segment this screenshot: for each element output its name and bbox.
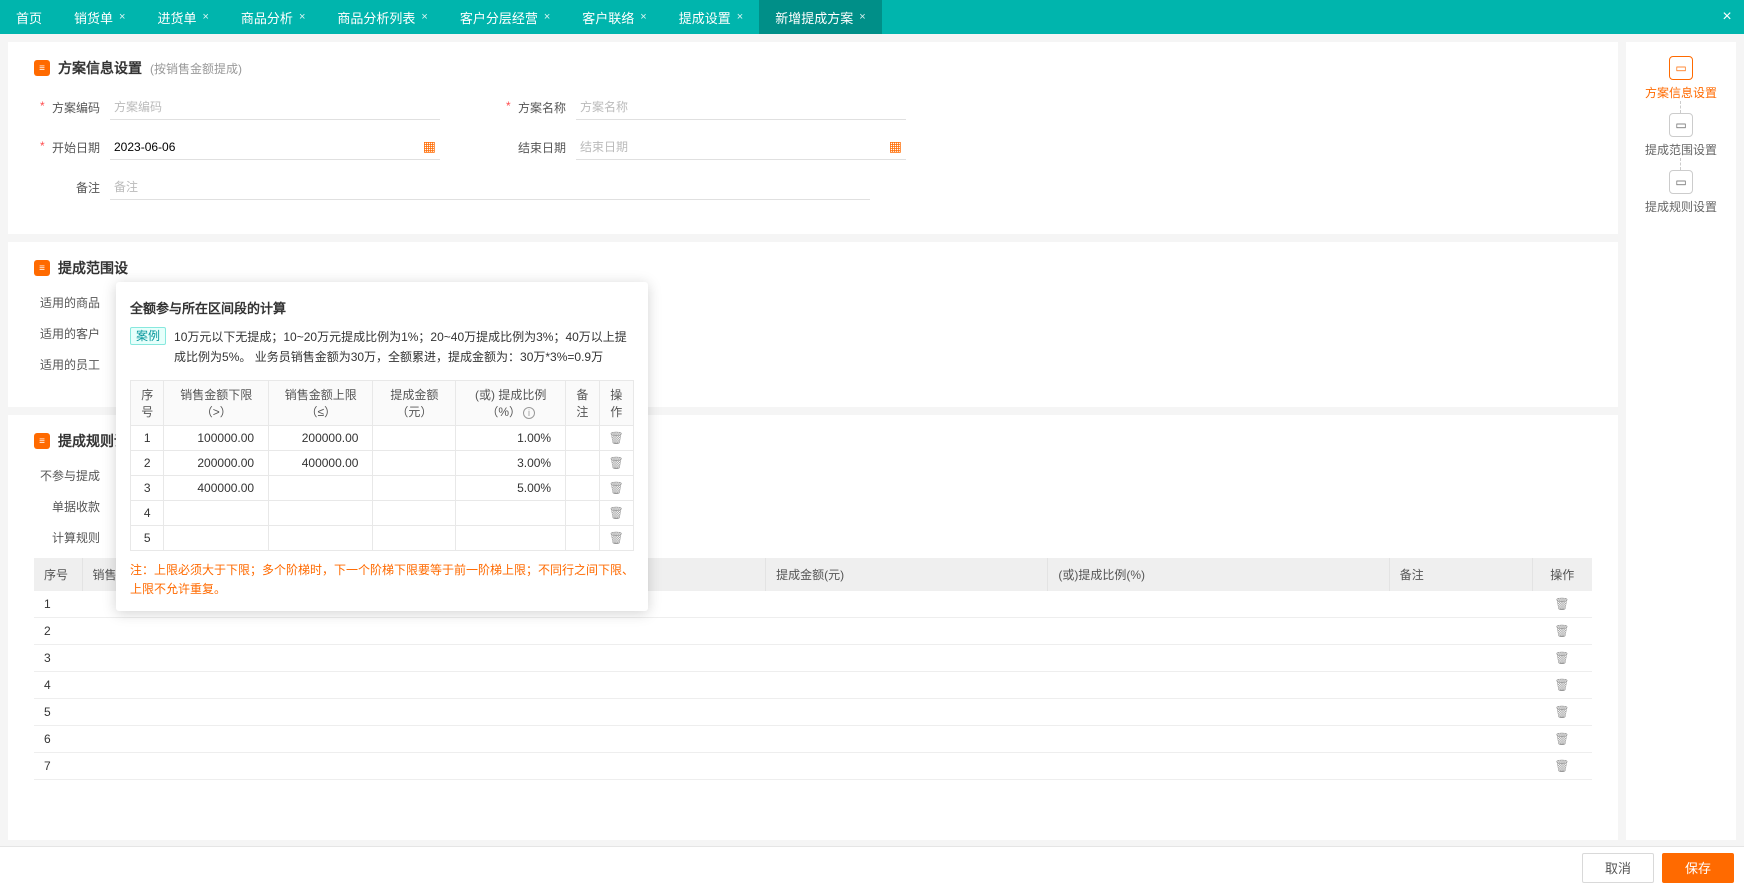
- table-row[interactable]: 4🗑: [34, 672, 1592, 699]
- table-row: 2200000.00400000.003.00%🗑: [131, 450, 634, 475]
- section-icon: ≡: [34, 60, 50, 76]
- delete-icon[interactable]: 🗑: [1554, 624, 1569, 638]
- delete-icon[interactable]: 🗑: [1554, 597, 1569, 611]
- close-icon[interactable]: ×: [299, 11, 305, 23]
- label-scope-customer: 适用的客户: [34, 325, 110, 342]
- close-all-tabs-button[interactable]: ×: [1710, 0, 1744, 34]
- table-row[interactable]: 3🗑: [34, 645, 1592, 672]
- delete-icon[interactable]: 🗑: [609, 481, 624, 495]
- main-th: 提成金额(元): [766, 558, 1048, 591]
- section-icon: ≡: [34, 433, 50, 449]
- tab-提成设置[interactable]: 提成设置×: [663, 0, 759, 34]
- delete-icon[interactable]: 🗑: [1554, 651, 1569, 665]
- close-icon[interactable]: ×: [544, 11, 550, 23]
- table-row[interactable]: 6🗑: [34, 726, 1592, 753]
- tabs-bar: 首页销货单×进货单×商品分析×商品分析列表×客户分层经营×客户联络×提成设置×新…: [0, 0, 1744, 34]
- close-icon[interactable]: ×: [421, 11, 427, 23]
- delete-icon[interactable]: 🗑: [609, 431, 624, 445]
- input-remark[interactable]: [110, 174, 870, 200]
- main-th: 操作: [1532, 558, 1592, 591]
- example-tag: 案例: [130, 327, 166, 345]
- label-end-date: 结束日期: [500, 139, 576, 156]
- tab-客户分层经营[interactable]: 客户分层经营×: [444, 0, 566, 34]
- pop-th: 提成金额（元）: [373, 380, 456, 425]
- table-row[interactable]: 5🗑: [34, 699, 1592, 726]
- label-rule-exclude: 不参与提成: [34, 467, 110, 484]
- label-scope-staff: 适用的员工: [34, 356, 110, 373]
- close-icon[interactable]: ×: [640, 11, 646, 23]
- label-rule-receipt: 单据收款: [34, 498, 110, 515]
- step-label: 提成规则设置: [1645, 198, 1717, 215]
- input-plan-code[interactable]: [110, 94, 440, 120]
- pop-th: 销售金额下限（>）: [164, 380, 269, 425]
- table-row: 5🗑: [131, 525, 634, 550]
- label-remark: 备注: [34, 179, 110, 196]
- footer-bar: 取消 保存: [0, 846, 1744, 888]
- step-label: 提成范围设置: [1645, 141, 1717, 158]
- tab-销货单[interactable]: 销货单×: [58, 0, 141, 34]
- input-start-date[interactable]: [110, 134, 440, 160]
- popover-example-table: 序号销售金额下限（>）销售金额上限（≤）提成金额（元）(或) 提成比例（%）i备…: [130, 380, 634, 551]
- label-plan-name: 方案名称: [500, 99, 576, 116]
- table-row: 3400000.005.00%🗑: [131, 475, 634, 500]
- cancel-button[interactable]: 取消: [1582, 853, 1654, 883]
- pop-th: 操作: [599, 380, 633, 425]
- tab-新增提成方案[interactable]: 新增提成方案×: [759, 0, 881, 34]
- tab-商品分析列表[interactable]: 商品分析列表×: [321, 0, 443, 34]
- main-th: 序号: [34, 558, 82, 591]
- close-icon[interactable]: ×: [859, 11, 865, 23]
- pop-th: 序号: [131, 380, 164, 425]
- side-step-nav: ▭ 方案信息设置 ▭ 提成范围设置 ▭ 提成规则设置: [1626, 42, 1736, 840]
- step-icon: ▭: [1669, 113, 1693, 137]
- tab-客户联络[interactable]: 客户联络×: [566, 0, 662, 34]
- side-step-scope[interactable]: ▭ 提成范围设置: [1645, 113, 1717, 158]
- delete-icon[interactable]: 🗑: [1554, 732, 1569, 746]
- example-text: 10万元以下无提成；10~20万元提成比例为1%；20~40万提成比例为3%；4…: [174, 327, 634, 368]
- table-row[interactable]: 7🗑: [34, 753, 1592, 780]
- pop-th: 备注: [566, 380, 599, 425]
- section-title-scope: 提成范围设: [58, 258, 128, 278]
- popover-title: 全额参与所在区间段的计算: [130, 298, 634, 317]
- main-th: (或)提成比例(%): [1048, 558, 1389, 591]
- table-row: 4🗑: [131, 500, 634, 525]
- input-end-date[interactable]: [576, 134, 906, 160]
- label-plan-code: 方案编码: [34, 99, 110, 116]
- step-icon: ▭: [1669, 170, 1693, 194]
- info-icon[interactable]: i: [523, 407, 535, 419]
- calc-rule-popover: 全额参与所在区间段的计算 案例 10万元以下无提成；10~20万元提成比例为1%…: [116, 282, 648, 611]
- pop-th: (或) 提成比例（%）i: [456, 380, 566, 425]
- delete-icon[interactable]: 🗑: [1554, 678, 1569, 692]
- delete-icon[interactable]: 🗑: [609, 456, 624, 470]
- table-row[interactable]: 2🗑: [34, 618, 1592, 645]
- table-row: 1100000.00200000.001.00%🗑: [131, 425, 634, 450]
- step-label: 方案信息设置: [1645, 84, 1717, 101]
- side-step-info[interactable]: ▭ 方案信息设置: [1645, 56, 1717, 101]
- step-icon: ▭: [1669, 56, 1693, 80]
- close-icon[interactable]: ×: [202, 11, 208, 23]
- popover-note: 注：上限必须大于下限；多个阶梯时，下一个阶梯下限要等于前一阶梯上限；不同行之间下…: [130, 561, 634, 599]
- tab-首页[interactable]: 首页: [0, 0, 58, 34]
- section-subtitle-info: (按销售金额提成): [150, 60, 242, 77]
- tab-进货单[interactable]: 进货单×: [141, 0, 224, 34]
- panel-plan-info: ≡ 方案信息设置 (按销售金额提成) 方案编码 方案名称 开始日期: [8, 42, 1618, 234]
- close-icon[interactable]: ×: [737, 11, 743, 23]
- side-step-rule[interactable]: ▭ 提成规则设置: [1645, 170, 1717, 215]
- close-icon[interactable]: ×: [119, 11, 125, 23]
- input-plan-name[interactable]: [576, 94, 906, 120]
- delete-icon[interactable]: 🗑: [609, 531, 624, 545]
- main-th: 备注: [1389, 558, 1532, 591]
- save-button[interactable]: 保存: [1662, 853, 1734, 883]
- tab-商品分析[interactable]: 商品分析×: [225, 0, 321, 34]
- section-icon: ≡: [34, 260, 50, 276]
- delete-icon[interactable]: 🗑: [1554, 759, 1569, 773]
- label-calc-rule: 计算规则: [34, 529, 110, 546]
- delete-icon[interactable]: 🗑: [609, 506, 624, 520]
- delete-icon[interactable]: 🗑: [1554, 705, 1569, 719]
- pop-th: 销售金额上限（≤）: [269, 380, 373, 425]
- section-title-info: 方案信息设置: [58, 58, 142, 78]
- label-scope-goods: 适用的商品: [34, 294, 110, 311]
- label-start-date: 开始日期: [34, 139, 110, 156]
